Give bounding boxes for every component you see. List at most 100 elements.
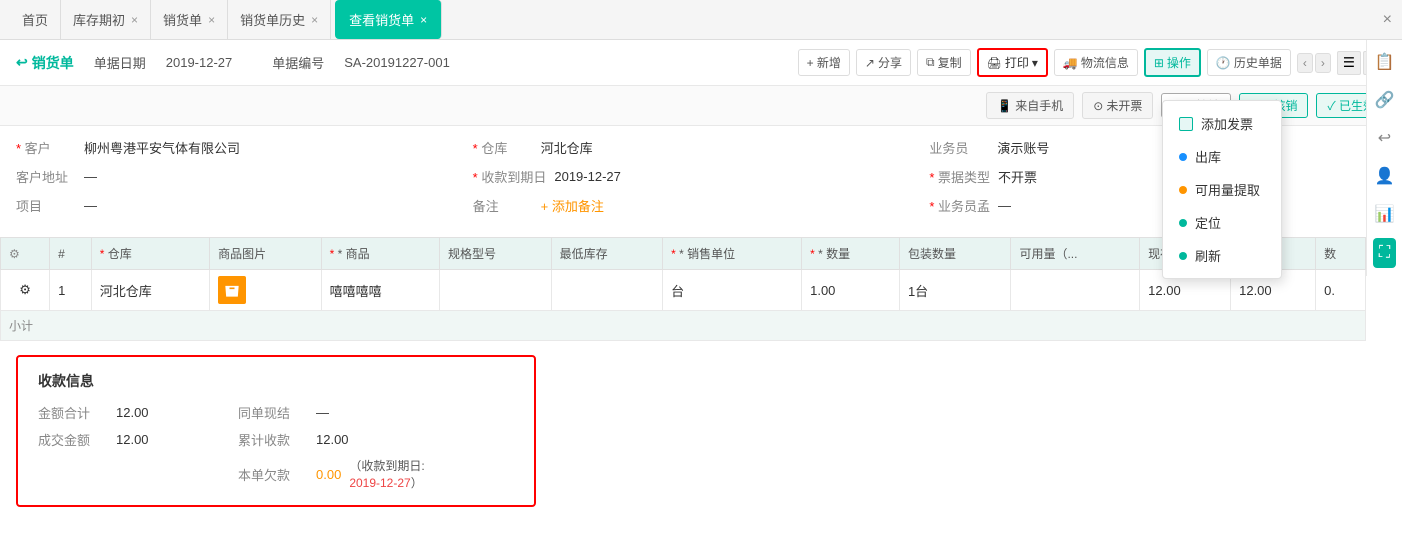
payment-total-amount: 金额合计 12.00: [38, 403, 238, 422]
due-date-label: 收款到期日: [473, 167, 547, 186]
close-tab-sales-history[interactable]: ×: [311, 13, 318, 27]
dropdown-refresh[interactable]: 刷新: [1163, 239, 1281, 272]
print-dropdown-arrow: ▾: [1032, 56, 1038, 70]
history-button[interactable]: 🕐 历史单据: [1207, 49, 1291, 76]
address-label: 客户地址: [16, 167, 76, 186]
sidebar-icon-4[interactable]: 👤: [1371, 162, 1399, 190]
col-unit: * 销售单位: [663, 238, 802, 270]
available-icon: [1179, 186, 1187, 194]
date-value: 2019-12-27: [166, 55, 233, 70]
address-field: 客户地址 —: [16, 167, 473, 186]
sidebar-icon-expand[interactable]: ⛶: [1373, 238, 1396, 268]
close-tab-view-sales[interactable]: ×: [420, 13, 427, 27]
phone-icon: 📱: [997, 99, 1012, 113]
not-opened-button[interactable]: ⊙ 未开票: [1082, 92, 1153, 119]
cell-qty: 1.00: [802, 270, 900, 311]
customer-label: 客户: [16, 138, 76, 157]
nav-arrows: ‹ ›: [1297, 53, 1331, 73]
address-value: —: [84, 169, 97, 184]
new-button[interactable]: + 新增: [798, 49, 850, 76]
close-tab-inventory-init[interactable]: ×: [131, 13, 138, 27]
next-record-button[interactable]: ›: [1315, 53, 1331, 73]
tab-bar: 首页 库存期初 × 销货单 × 销货单历史 × 查看销货单 × ×: [0, 0, 1402, 40]
outbound-icon: [1179, 153, 1187, 161]
invoice-icon: ⊙: [1093, 99, 1103, 113]
print-icon: 🖨: [987, 56, 1002, 70]
ticket-field: 票据类型 不开票: [929, 167, 1386, 186]
due-date-value: 2019-12-27: [554, 169, 621, 184]
sidebar-icon-2[interactable]: 🔗: [1371, 86, 1399, 114]
ticket-label: 票据类型: [929, 167, 990, 186]
tab-inventory-init[interactable]: 库存期初 ×: [61, 0, 151, 39]
from-phone-button[interactable]: 📱 来自手机: [986, 92, 1074, 119]
copy-icon: ⧉: [926, 55, 935, 70]
print-button[interactable]: 🖨 打印 ▾: [977, 48, 1048, 77]
form-meta: 单据日期 2019-12-27 单据编号 SA-20191227-001: [94, 53, 798, 72]
salesman2-label: 业务员孟: [929, 196, 990, 215]
cell-no: 1: [50, 270, 92, 311]
prev-record-button[interactable]: ‹: [1297, 53, 1313, 73]
payment-deal-amount: 成交金额 12.00: [38, 430, 238, 449]
number-value: SA-20191227-001: [344, 55, 450, 70]
close-page-button[interactable]: ×: [1383, 11, 1392, 29]
refresh-icon: [1179, 252, 1187, 260]
share-icon: ↗: [865, 56, 875, 70]
add-note-button[interactable]: 添加备注: [541, 196, 604, 215]
sidebar-icon-1[interactable]: 📋: [1371, 48, 1399, 76]
salesman-label: 业务员: [929, 138, 989, 157]
payment-grid: 金额合计 12.00 同单现结 — 成交金额 12.00 累计收款 12.00 …: [38, 403, 514, 491]
col-gear: ⚙: [1, 238, 50, 270]
list-view-button[interactable]: ☰: [1337, 51, 1361, 75]
dropdown-locate[interactable]: 定位: [1163, 206, 1281, 239]
sidebar-icon-5[interactable]: 📊: [1371, 200, 1399, 228]
dropdown-add-invoice[interactable]: 添加发票: [1163, 107, 1281, 140]
logistics-icon: 🚚: [1063, 56, 1078, 70]
cell-available: [1011, 270, 1140, 311]
warehouse-label: 仓库: [473, 138, 533, 157]
payment-section: 收款信息 金额合计 12.00 同单现结 — 成交金额 12.00 累计收款 1…: [16, 355, 536, 507]
date-label: 单据日期: [94, 53, 146, 72]
project-field: 项目 —: [16, 196, 473, 215]
table-header-row: ⚙ # 仓库 商品图片 * 商品 规格型号 最低库存 * 销售单位 * 数量 包…: [1, 238, 1366, 270]
close-tab-sales-order[interactable]: ×: [208, 13, 215, 27]
col-more: 数: [1316, 238, 1366, 270]
cell-unit: 台: [663, 270, 802, 311]
cell-product: 嘻嘻嘻嘻: [321, 270, 439, 311]
logistics-button[interactable]: 🚚 物流信息: [1054, 49, 1138, 76]
col-min-stock: 最低库存: [551, 238, 663, 270]
payment-current-debt: 本单欠款 0.00 （收款到期日: 2019-12-27）: [238, 457, 438, 491]
col-warehouse: 仓库: [91, 238, 209, 270]
dropdown-outbound[interactable]: 出库: [1163, 140, 1281, 173]
operations-dropdown: 添加发票 出库 可用量提取 定位 刷新: [1162, 100, 1282, 279]
col-spec: 规格型号: [440, 238, 552, 270]
salesman2-field: 业务员孟 —: [929, 196, 1386, 215]
tab-sales-history[interactable]: 销货单历史 ×: [228, 0, 331, 39]
tab-sales-order[interactable]: 销货单 ×: [151, 0, 228, 39]
salesman-field: 业务员 演示账号: [929, 138, 1386, 157]
tab-home[interactable]: 首页: [10, 0, 61, 39]
warehouse-field: 仓库 河北仓库: [473, 138, 930, 157]
copy-button[interactable]: ⧉ 复制: [917, 49, 971, 76]
page-content: ↩ 销货单 单据日期 2019-12-27 单据编号 SA-20191227-0…: [0, 40, 1402, 533]
operations-button[interactable]: ⊞ 操作: [1144, 48, 1201, 77]
number-label: 单据编号: [272, 53, 324, 72]
payment-same-order: 同单现结 —: [238, 403, 438, 422]
subtotal-label: 小计: [1, 311, 1366, 341]
tab-view-sales[interactable]: 查看销货单 ×: [335, 0, 442, 39]
form-header: ↩ 销货单 单据日期 2019-12-27 单据编号 SA-20191227-0…: [0, 40, 1402, 86]
due-date-field: 收款到期日 2019-12-27: [473, 167, 930, 186]
cell-spec: [440, 270, 552, 311]
sidebar-icon-3[interactable]: ↩: [1374, 124, 1395, 152]
payment-wrapper: 收款信息 金额合计 12.00 同单现结 — 成交金额 12.00 累计收款 1…: [0, 341, 1402, 521]
cell-more: 0.: [1316, 270, 1366, 311]
col-product-img: 商品图片: [210, 238, 322, 270]
dropdown-available-pickup[interactable]: 可用量提取: [1163, 173, 1281, 206]
note-field: 备注 添加备注: [473, 196, 930, 215]
product-image: [218, 276, 246, 304]
cell-gear: ⚙: [1, 270, 50, 311]
cell-pkg-qty: 1台: [899, 270, 1011, 311]
share-button[interactable]: ↗ 分享: [856, 49, 911, 76]
project-label: 项目: [16, 196, 76, 215]
table-row: ⚙ 1 河北仓库 嘻嘻嘻嘻 台 1.00 1台 12.00 12.00 0.: [1, 270, 1366, 311]
form-actions: + 新增 ↗ 分享 ⧉ 复制 🖨 打印 ▾ 🚚 物流信息 ⊞ 操作: [798, 48, 1386, 77]
